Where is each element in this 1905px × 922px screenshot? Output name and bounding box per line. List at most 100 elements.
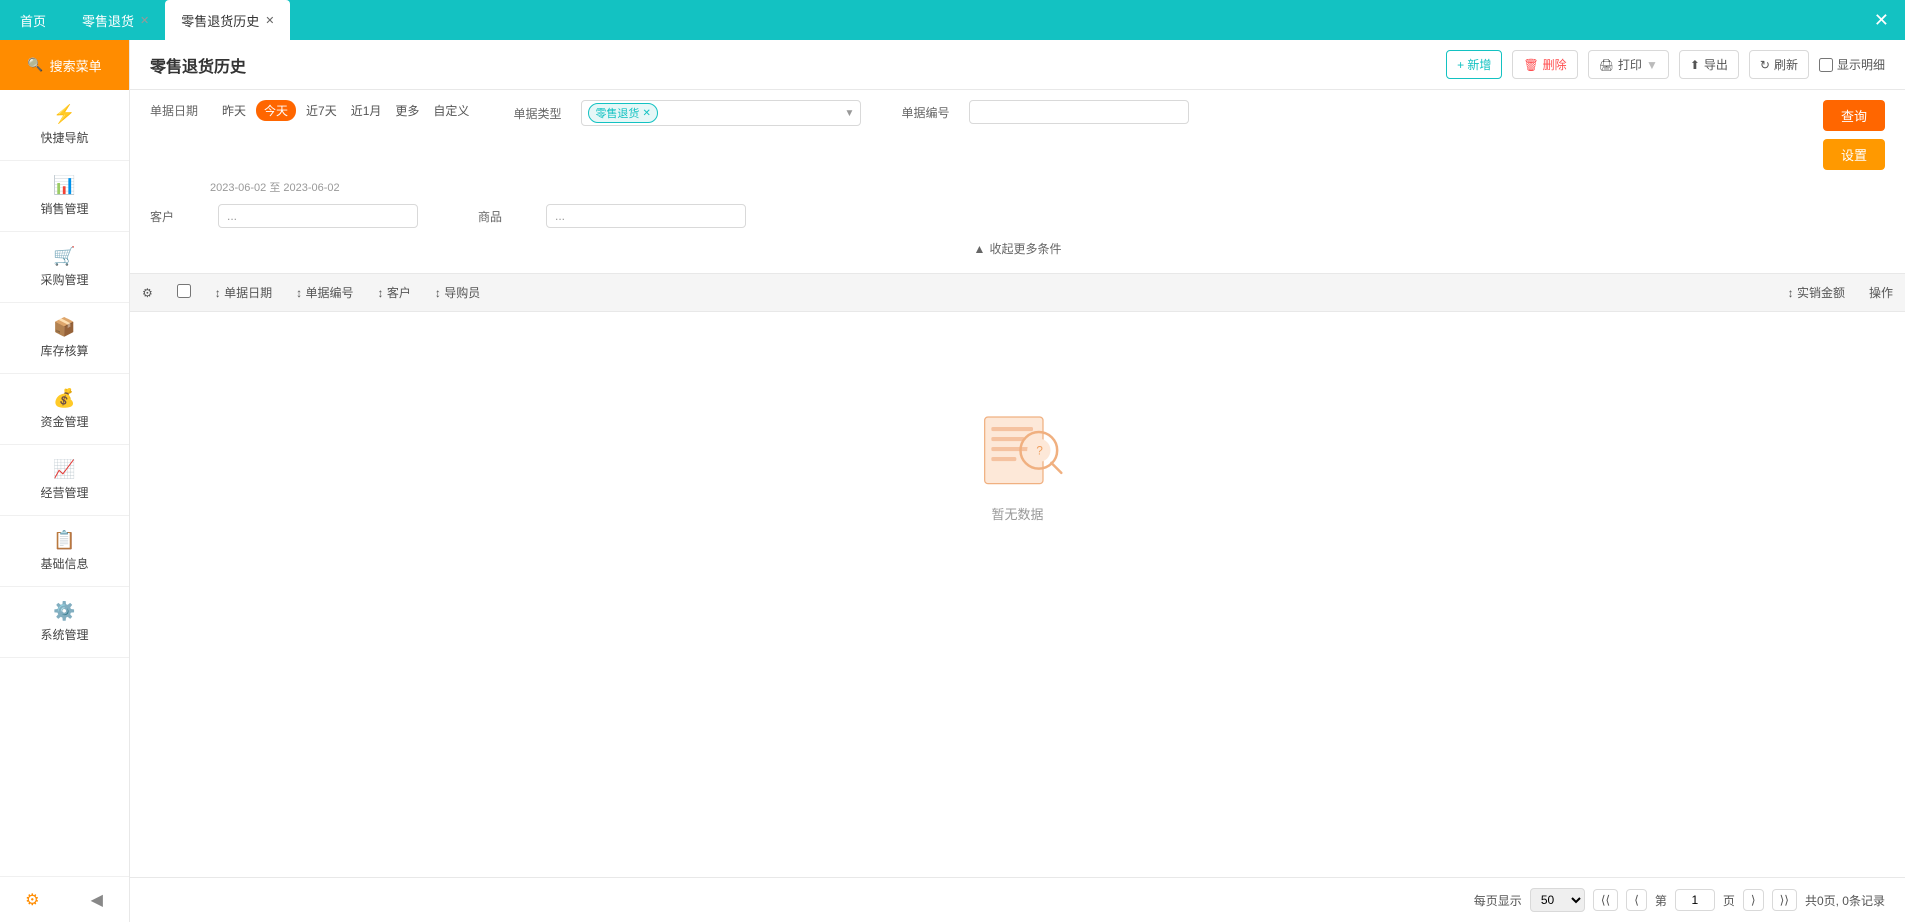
sidebar-item-inventory-label: 库存核算: [40, 342, 88, 359]
empty-illustration: ?: [968, 392, 1068, 492]
purchase-mgmt-icon: 🛒: [53, 246, 75, 267]
goods-label: 商品: [478, 208, 538, 225]
last-page-button[interactable]: ⟩⟩: [1772, 889, 1797, 911]
doc-number-input[interactable]: [969, 100, 1189, 124]
sidebar-collapse-button[interactable]: ◀: [65, 877, 130, 922]
tab-retail-return-history[interactable]: 零售退货历史 ✕: [165, 0, 290, 40]
tab-home[interactable]: 首页: [0, 0, 66, 40]
prev-page-button[interactable]: ⟨: [1626, 889, 1647, 911]
first-page-button[interactable]: ⟨⟨: [1593, 889, 1618, 911]
print-button[interactable]: 🖨 打印 ▼: [1588, 50, 1669, 79]
close-tab-retail-return-icon[interactable]: ✕: [140, 14, 149, 27]
doc-type-label: 单据类型: [513, 105, 573, 122]
sidebar-item-quick-nav-label: 快捷导航: [40, 129, 88, 146]
doc-type-dropdown-icon: ▼: [845, 108, 855, 119]
page-label: 页: [1723, 892, 1735, 909]
date-btn-last7[interactable]: 近7天: [302, 100, 341, 121]
close-window-button[interactable]: ✕: [1874, 10, 1905, 31]
date-btn-yesterday[interactable]: 昨天: [218, 100, 250, 121]
th-spacer: [492, 274, 1775, 312]
doc-number-label: 单据编号: [901, 104, 961, 121]
customer-input[interactable]: ...: [218, 204, 418, 228]
tab-list: 首页 零售退货 ✕ 零售退货历史 ✕: [0, 0, 1874, 40]
tab-retail-return[interactable]: 零售退货 ✕: [66, 0, 165, 40]
empty-text: 暂无数据: [991, 504, 1043, 523]
sidebar-item-inventory[interactable]: 📦 库存核算: [0, 303, 129, 374]
delete-icon: 🗑: [1523, 58, 1538, 72]
select-all-checkbox[interactable]: [177, 284, 191, 298]
top-bar: 首页 零售退货 ✕ 零售退货历史 ✕ ✕: [0, 0, 1905, 40]
sidebar-item-base-info-label: 基础信息: [40, 555, 88, 572]
collapse-icon: ▲: [974, 242, 986, 256]
date-btn-today[interactable]: 今天: [256, 100, 296, 121]
th-customer[interactable]: ↕ 客户: [365, 274, 422, 312]
customer-label: 客户: [150, 208, 210, 225]
print-icon: 🖨: [1599, 58, 1614, 72]
finance-icon: 💰: [53, 388, 75, 409]
query-button[interactable]: 查询: [1823, 100, 1885, 131]
export-button[interactable]: ⬆ 导出: [1679, 50, 1739, 79]
doc-type-tag[interactable]: 零售退货 ✕: [588, 103, 657, 123]
new-button[interactable]: + 新增: [1446, 50, 1502, 79]
display-toggle[interactable]: 显示明细: [1819, 56, 1885, 73]
sidebar-item-system-mgmt[interactable]: ⚙️ 系统管理: [0, 587, 129, 658]
date-btn-more[interactable]: 更多: [391, 100, 423, 121]
sidebar-item-base-info[interactable]: 📋 基础信息: [0, 516, 129, 587]
setting-button[interactable]: 设置: [1823, 139, 1885, 170]
pagination-bar: 每页显示 50 10 20 100 ⟨⟨ ⟨ 第 页 ⟩ ⟩⟩ 共0页, 0条记…: [130, 877, 1905, 922]
total-text: 共0页, 0条记录: [1805, 892, 1885, 909]
page-size-label: 每页显示: [1474, 892, 1522, 909]
th-action: 操作: [1857, 274, 1905, 312]
inventory-icon: 📦: [53, 317, 75, 338]
date-btn-custom[interactable]: 自定义: [429, 100, 473, 121]
date-filter-label: 单据日期: [150, 102, 210, 119]
empty-state: ? 暂无数据: [130, 312, 1905, 604]
th-settings[interactable]: ⚙: [130, 274, 165, 312]
collapse-button[interactable]: ▲ 收起更多条件: [964, 236, 1072, 261]
quick-nav-icon: ⚡: [53, 104, 75, 125]
th-guide[interactable]: ↕ 导购员: [423, 274, 492, 312]
sidebar-settings-button[interactable]: ⚙: [0, 877, 65, 922]
delete-button[interactable]: 🗑 删除: [1512, 50, 1577, 79]
table-container: ⚙ ↕ 单据日期 ↕ 单据编号 ↕ 客户: [130, 274, 1905, 877]
sidebar-search[interactable]: 🔍 搜索菜单: [0, 40, 129, 90]
th-actual-amount[interactable]: ↕ 实销金额: [1776, 274, 1857, 312]
th-doc-date[interactable]: ↕ 单据日期: [203, 274, 284, 312]
sidebar-item-finance[interactable]: 💰 资金管理: [0, 374, 129, 445]
data-table: ⚙ ↕ 单据日期 ↕ 单据编号 ↕ 客户: [130, 274, 1905, 603]
table-header: ⚙ ↕ 单据日期 ↕ 单据编号 ↕ 客户: [130, 274, 1905, 312]
close-tab-retail-return-history-icon[interactable]: ✕: [265, 14, 274, 27]
sidebar-item-purchase-mgmt[interactable]: 🛒 采购管理: [0, 232, 129, 303]
customer-placeholder: ...: [227, 209, 237, 223]
page-label-pre: 第: [1655, 892, 1667, 909]
doc-type-select[interactable]: 零售退货 ✕ ▼: [581, 100, 861, 126]
svg-text:?: ?: [1036, 445, 1043, 458]
search-icon: 🔍: [27, 57, 43, 73]
sidebar-item-finance-label: 资金管理: [40, 413, 88, 430]
goods-input[interactable]: ...: [546, 204, 746, 228]
operations-icon: 📈: [53, 459, 75, 480]
goods-placeholder: ...: [555, 209, 565, 223]
next-page-button[interactable]: ⟩: [1743, 889, 1764, 911]
sales-mgmt-icon: 📊: [53, 175, 75, 196]
th-checkbox[interactable]: [165, 274, 203, 312]
sidebar-item-operations[interactable]: 📈 经营管理: [0, 445, 129, 516]
date-btn-last-month[interactable]: 近1月: [347, 100, 386, 121]
sidebar-item-sales-mgmt-label: 销售管理: [40, 200, 88, 217]
refresh-icon: ↻: [1760, 58, 1770, 72]
refresh-button[interactable]: ↻ 刷新: [1749, 50, 1809, 79]
content-area: 零售退货历史 + 新增 🗑 删除 🖨 打印 ▼ ⬆ 导出 ↻: [130, 40, 1905, 922]
page-number-input[interactable]: [1675, 889, 1715, 911]
date-options: 昨天 今天 近7天 近1月 更多 自定义: [218, 100, 473, 121]
sidebar-item-sales-mgmt[interactable]: 📊 销售管理: [0, 161, 129, 232]
doc-type-tag-close[interactable]: ✕: [642, 108, 650, 119]
page-header: 零售退货历史 + 新增 🗑 删除 🖨 打印 ▼ ⬆ 导出 ↻: [130, 40, 1905, 90]
page-size-select[interactable]: 50 10 20 100: [1530, 888, 1585, 912]
sidebar: 🔍 搜索菜单 ⚡ 快捷导航 📊 销售管理 🛒 采购管理 📦 库存核算 💰 资金管…: [0, 40, 130, 922]
display-detail-checkbox[interactable]: [1819, 58, 1833, 72]
sidebar-item-quick-nav[interactable]: ⚡ 快捷导航: [0, 90, 129, 161]
collapse-row: ▲ 收起更多条件: [150, 234, 1885, 263]
sidebar-bottom: ⚙ ◀: [0, 876, 129, 922]
th-doc-number[interactable]: ↕ 单据编号: [284, 274, 365, 312]
column-settings-icon[interactable]: ⚙: [142, 286, 153, 300]
